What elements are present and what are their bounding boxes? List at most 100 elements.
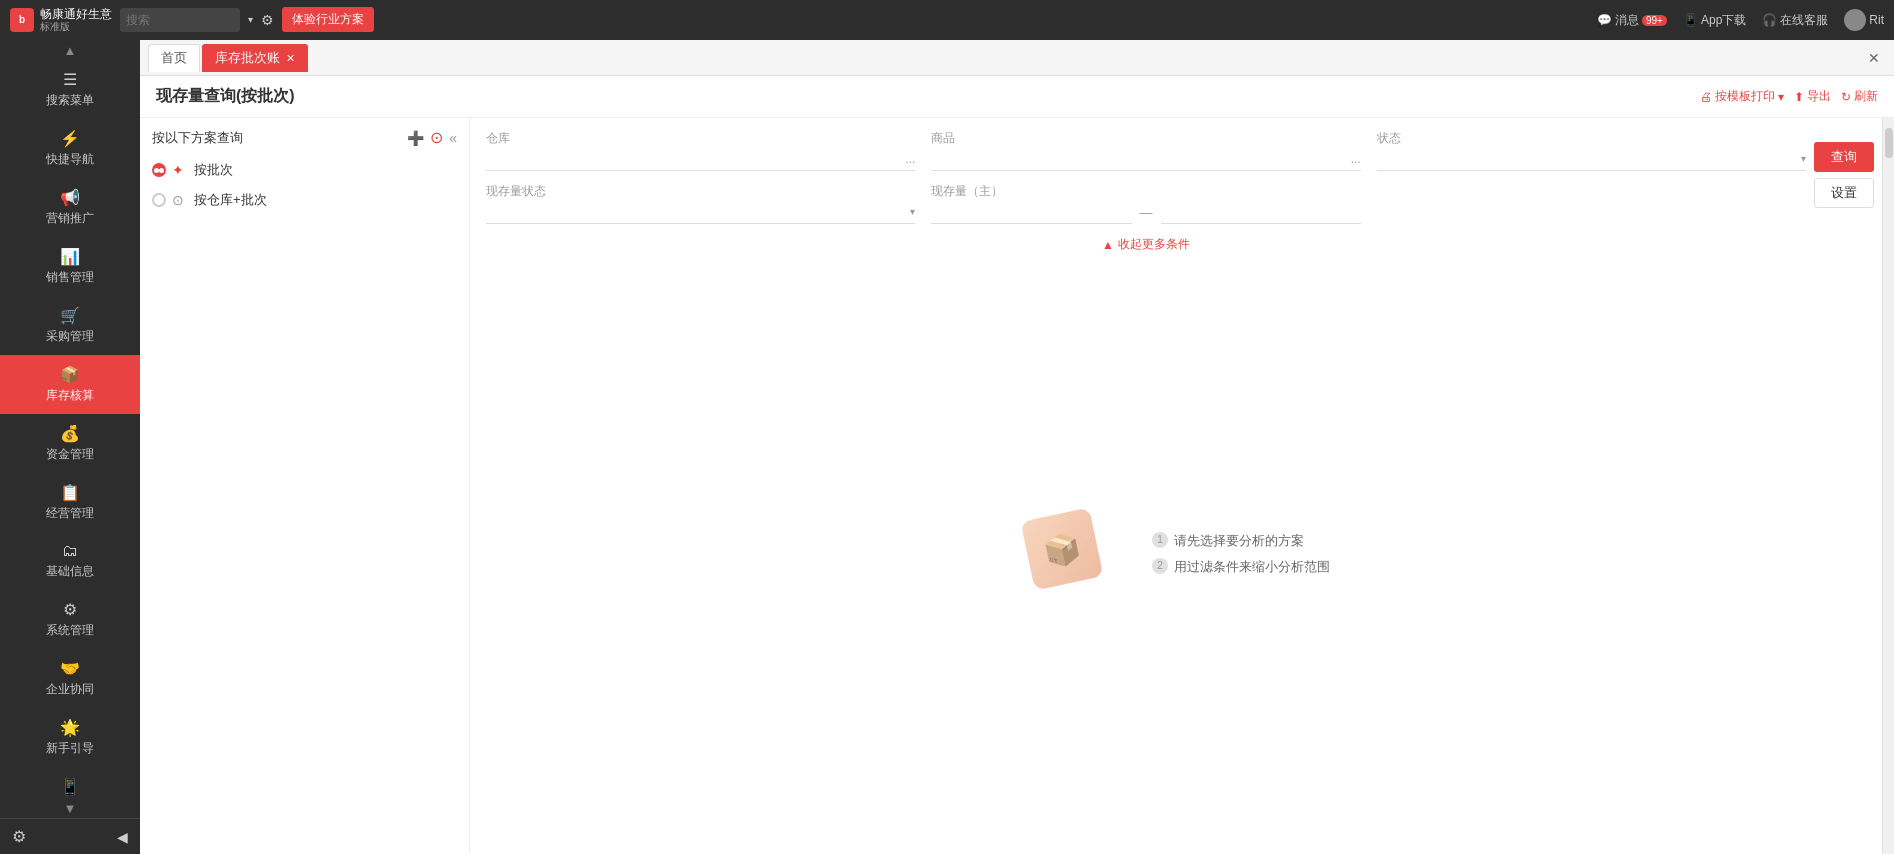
main-qty-label: 现存量（主）	[931, 183, 1360, 200]
sidebar-item-purchase[interactable]: 🛒 采购管理	[0, 296, 140, 355]
goods-dots[interactable]: ...	[1351, 152, 1361, 166]
page-content: 现存量查询(按批次) 🖨 按模板打印 ▾ ⬆ 导出 ↻ 刷新	[140, 76, 1894, 854]
tab-close-icon[interactable]: ✕	[286, 52, 295, 65]
sidebar-scroll-up[interactable]: ▲	[0, 40, 140, 60]
tab-inventory-batch[interactable]: 库存批次账 ✕	[202, 44, 308, 72]
filter-add-icon[interactable]: ➕	[407, 130, 424, 146]
top-bar-left: b 畅康通好生意 标准版 ▾ ⚙ 体验行业方案	[10, 7, 374, 33]
print-button[interactable]: 🖨 按模板打印 ▾	[1700, 88, 1784, 105]
avatar-icon	[1844, 9, 1866, 31]
app-download-item[interactable]: 📱 App下载	[1683, 12, 1746, 29]
empty-tips: 1 请先选择要分析的方案 2 用过滤条件来缩小分析范围	[1152, 532, 1330, 576]
scroll-handle[interactable]	[1885, 128, 1893, 158]
warehouse-input[interactable]	[486, 151, 905, 166]
right-scrollbar[interactable]	[1882, 118, 1894, 854]
search-menu-icon: ☰	[63, 70, 77, 89]
sidebar-item-search[interactable]: ☰ 搜索菜单	[0, 60, 140, 119]
sidebar-label-quicknav: 快捷导航	[46, 151, 94, 168]
goods-input[interactable]	[931, 151, 1350, 166]
logo-area: b 畅康通好生意 标准版	[10, 7, 112, 33]
filter-row-1: 仓库 ... 商品	[486, 130, 1806, 171]
search-dropdown-icon[interactable]: ▾	[248, 14, 253, 25]
sidebar-settings-icon[interactable]: ⚙	[12, 827, 26, 846]
top-bar: b 畅康通好生意 标准版 ▾ ⚙ 体验行业方案 💬 消息 99+ 📱 App下载…	[0, 0, 1894, 40]
filter-option-warehouse-batch[interactable]: ⊙ 按仓库+批次	[140, 185, 469, 215]
page-header: 现存量查询(按批次) 🖨 按模板打印 ▾ ⬆ 导出 ↻ 刷新	[140, 76, 1894, 118]
stock-status-label: 现存量状态	[486, 183, 915, 200]
system-icon: ⚙	[63, 600, 77, 619]
export-button[interactable]: ⬆ 导出	[1794, 88, 1831, 105]
tab-close-right-button[interactable]: ✕	[1862, 46, 1886, 70]
gear-icon[interactable]: ⚙	[261, 12, 274, 28]
filter-row-2: 现存量状态 ▾ 现存量（主）	[486, 183, 1806, 224]
sidebar-item-marketing[interactable]: 📢 营销推广	[0, 178, 140, 237]
sidebar-label-management: 经营管理	[46, 505, 94, 522]
message-icon: 💬	[1597, 13, 1612, 27]
finance-icon: 💰	[60, 424, 80, 443]
status-chevron-icon: ▾	[1801, 153, 1806, 164]
main-qty-to-input[interactable]	[1161, 204, 1361, 219]
basic-icon: 🗂	[62, 542, 78, 560]
sidebar-item-basic[interactable]: 🗂 基础信息	[0, 532, 140, 590]
empty-tip-2: 2 用过滤条件来缩小分析范围	[1152, 558, 1330, 576]
refresh-label: 刷新	[1854, 88, 1878, 105]
quicknav-icon: ⚡	[60, 129, 80, 148]
sidebar-item-sales[interactable]: 📊 销售管理	[0, 237, 140, 296]
filter-left-panel: 按以下方案查询 ➕ ⊙ « ✦ 按批次 ⊙	[140, 118, 470, 854]
sidebar-item-guide[interactable]: 🌟 新手引导	[0, 708, 140, 767]
app-name: 畅康通好生意	[40, 7, 112, 21]
stock-status-select[interactable]	[486, 204, 910, 219]
filter-field-goods: 商品 ...	[931, 130, 1360, 171]
warehouse-batch-icon: ⊙	[172, 192, 184, 208]
user-avatar[interactable]: Rit	[1844, 9, 1884, 31]
sidebar-item-system[interactable]: ⚙ 系统管理	[0, 590, 140, 649]
filter-right: 仓库 ... 商品	[486, 130, 1814, 253]
tab-home[interactable]: 首页	[148, 44, 200, 72]
search-box[interactable]	[120, 8, 240, 32]
user-name: Rit	[1869, 13, 1884, 27]
warehouse-dots[interactable]: ...	[905, 152, 915, 166]
refresh-icon: ↻	[1841, 90, 1851, 104]
settings-button[interactable]: 设置	[1814, 178, 1874, 208]
filter-option-batch[interactable]: ✦ 按批次	[140, 155, 469, 185]
batch-star-icon: ✦	[172, 162, 184, 178]
radio-warehouse-batch	[152, 193, 166, 207]
sidebar-label-purchase: 采购管理	[46, 328, 94, 345]
stock-status-select-wrapper: ▾	[486, 204, 915, 224]
main-qty-from-input[interactable]	[931, 204, 1131, 219]
export-label: 导出	[1807, 88, 1831, 105]
sidebar-item-inventory[interactable]: 📦 库存核算	[0, 355, 140, 414]
qty-dash: —	[1140, 205, 1153, 224]
sidebar-item-management[interactable]: 📋 经营管理	[0, 473, 140, 532]
appcenter-icon: 📱	[60, 777, 80, 796]
empty-icon: 📦	[1022, 504, 1122, 604]
status-select[interactable]	[1377, 151, 1801, 166]
sidebar-collapse-icon[interactable]: ◀	[117, 829, 128, 845]
collapse-up-icon: ▲	[1102, 238, 1114, 252]
sidebar-label-enterprise: 企业协同	[46, 681, 94, 698]
filter-collapse-icon[interactable]: «	[449, 130, 457, 146]
refresh-button[interactable]: ↻ 刷新	[1841, 88, 1878, 105]
messages-item[interactable]: 💬 消息 99+	[1597, 12, 1667, 29]
phone-icon: 📱	[1683, 13, 1698, 27]
search-input[interactable]	[126, 13, 234, 27]
query-button[interactable]: 查询	[1814, 142, 1874, 172]
experience-button[interactable]: 体验行业方案	[282, 7, 374, 32]
sidebar-item-finance[interactable]: 💰 资金管理	[0, 414, 140, 473]
sidebar-item-quicknav[interactable]: ⚡ 快捷导航	[0, 119, 140, 178]
sidebar-bottom: ⚙ ◀	[0, 818, 140, 854]
action-buttons: 查询 设置	[1814, 130, 1882, 208]
sales-icon: 📊	[60, 247, 80, 266]
app-download-label: App下载	[1701, 12, 1746, 29]
sidebar-item-appcenter[interactable]: 📱 应用中心	[0, 767, 140, 798]
print-dropdown-icon[interactable]: ▾	[1778, 90, 1784, 104]
main-layout: ▲ ☰ 搜索菜单 ⚡ 快捷导航 📢 营销推广 📊 销售管理 🛒 采购管理	[0, 40, 1894, 854]
tab-inventory-batch-label: 库存批次账	[215, 49, 280, 67]
collapse-conditions-btn[interactable]: ▲ 收起更多条件	[486, 236, 1806, 253]
filter-field-stock-status: 现存量状态 ▾	[486, 183, 915, 224]
sidebar-item-enterprise[interactable]: 🤝 企业协同	[0, 649, 140, 708]
filter-setting-icon[interactable]: ⊙	[430, 128, 443, 147]
sidebar-scroll-down[interactable]: ▼	[0, 798, 140, 818]
online-service-item[interactable]: 🎧 在线客服	[1762, 12, 1828, 29]
sidebar: ▲ ☰ 搜索菜单 ⚡ 快捷导航 📢 营销推广 📊 销售管理 🛒 采购管理	[0, 40, 140, 854]
